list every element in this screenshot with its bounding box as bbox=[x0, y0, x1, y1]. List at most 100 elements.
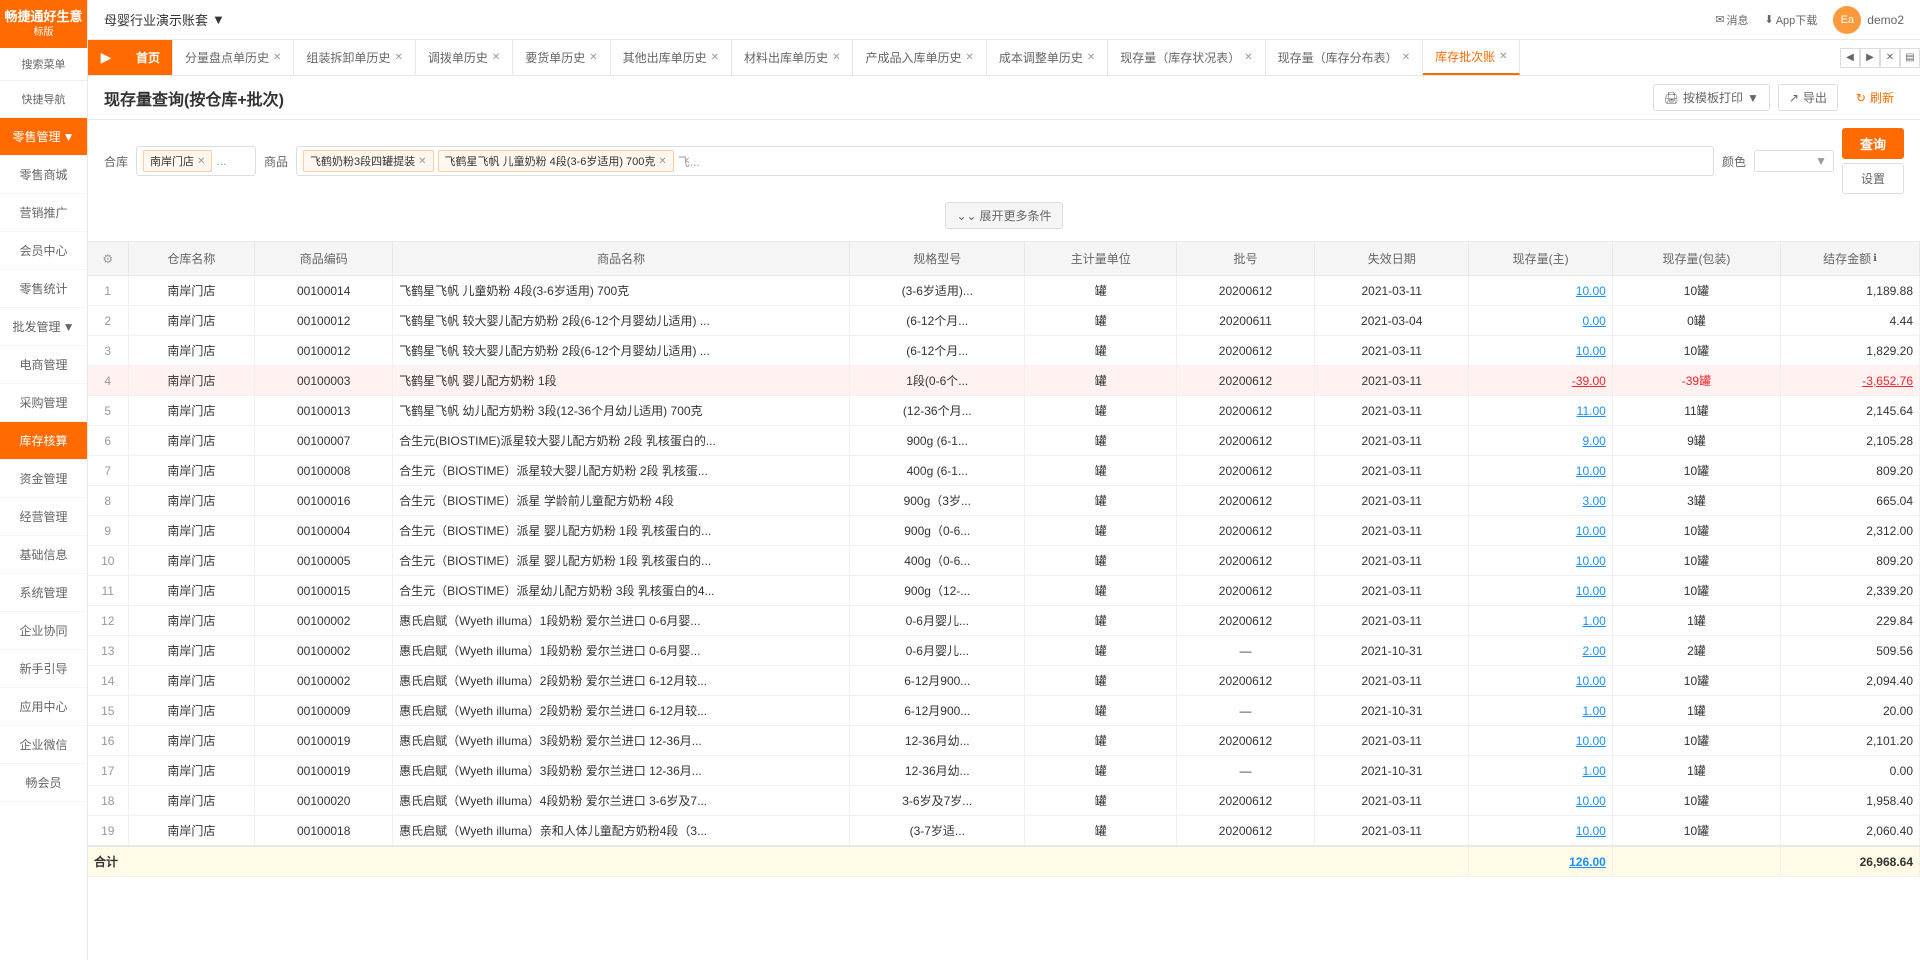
sidebar-item-app-center[interactable]: 应用中心 bbox=[0, 688, 87, 726]
quick-nav-btn[interactable]: 快捷导航 bbox=[0, 85, 87, 113]
row-code: 00100005 bbox=[255, 546, 393, 576]
settings-icon[interactable]: ⚙ bbox=[102, 252, 113, 266]
row-qty-main[interactable]: 1.00 bbox=[1469, 696, 1612, 726]
row-qty-main[interactable]: 10.00 bbox=[1469, 576, 1612, 606]
nav-prev-btn[interactable]: ◀ bbox=[1840, 48, 1860, 68]
query-button[interactable]: 查询 bbox=[1842, 128, 1904, 159]
warehouse-filter[interactable]: 南岸门店 ✕ ... bbox=[136, 146, 256, 176]
tab-requisition[interactable]: 要货单历史 ✕ bbox=[513, 40, 610, 75]
row-num: 16 bbox=[88, 726, 128, 756]
tab-inventory-status[interactable]: 现存量（库存状况表） ✕ bbox=[1108, 40, 1265, 75]
row-expiry: 2021-10-31 bbox=[1314, 636, 1469, 666]
search-menu-btn[interactable]: 搜索菜单 bbox=[4, 56, 83, 72]
settings-button[interactable]: 设置 bbox=[1842, 163, 1904, 194]
color-filter[interactable]: ▼ bbox=[1754, 150, 1834, 172]
tab-disassemble[interactable]: 组装拆卸单历史 ✕ bbox=[294, 40, 415, 75]
remove-product2-icon[interactable]: ✕ bbox=[658, 156, 666, 167]
row-qty-main[interactable]: 1.00 bbox=[1469, 756, 1612, 786]
close-icon[interactable]: ✕ bbox=[273, 52, 281, 63]
sidebar-item-retail-shop[interactable]: 零售商城 bbox=[0, 156, 87, 194]
tab-current[interactable]: 库存批次账 ✕ bbox=[1423, 40, 1520, 75]
tab-transfer[interactable]: 调拨单历史 ✕ bbox=[416, 40, 513, 75]
row-qty-main[interactable]: 9.00 bbox=[1469, 426, 1612, 456]
nav-next-btn[interactable]: ▶ bbox=[1860, 48, 1880, 68]
product-filter[interactable]: 飞鹤奶粉3段四罐提装 ✕ 飞鹤星飞帆 儿童奶粉 4段(3-6岁适用) 700克 … bbox=[296, 146, 1714, 176]
filter-main: 合库 南岸门店 ✕ ... 商品 飞鹤奶粉3段四罐提装 ✕ 飞鹤星飞帆 儿童奶 bbox=[104, 146, 1834, 176]
row-qty-main[interactable]: 10.00 bbox=[1469, 336, 1612, 366]
sidebar-item-inventory[interactable]: 库存核算 bbox=[0, 422, 87, 460]
row-num: 11 bbox=[88, 576, 128, 606]
row-expiry: 2021-03-11 bbox=[1314, 546, 1469, 576]
sidebar-item-guide[interactable]: 新手引导 bbox=[0, 650, 87, 688]
close-icon[interactable]: ✕ bbox=[492, 52, 500, 63]
nav-close-btn[interactable]: ✕ bbox=[1880, 48, 1900, 68]
row-qty-main[interactable]: 1.00 bbox=[1469, 606, 1612, 636]
close-icon[interactable]: ✕ bbox=[1244, 52, 1252, 63]
row-qty-main[interactable]: 10.00 bbox=[1469, 276, 1612, 306]
close-icon[interactable]: ✕ bbox=[1402, 52, 1410, 63]
print-btn[interactable]: 🖨 按模板打印 ▼ bbox=[1653, 84, 1770, 111]
refresh-btn[interactable]: ↻ 刷新 bbox=[1846, 85, 1904, 110]
close-icon[interactable]: ✕ bbox=[711, 52, 719, 63]
export-btn[interactable]: ↗ 导出 bbox=[1778, 84, 1838, 111]
tab-inventory-dist[interactable]: 现存量（库存分布表） ✕ bbox=[1266, 40, 1423, 75]
tab-product-in[interactable]: 产成品入库单历史 ✕ bbox=[853, 40, 986, 75]
sidebar-item-wholesale[interactable]: 批发管理 ▼ bbox=[0, 308, 87, 346]
remove-warehouse-icon[interactable]: ✕ bbox=[197, 156, 205, 167]
sidebar-item-enterprise[interactable]: 企业协同 bbox=[0, 612, 87, 650]
expand-more-btn[interactable]: ⌄⌄ 展开更多条件 bbox=[945, 202, 1062, 229]
row-qty-main[interactable]: -39.00 bbox=[1469, 366, 1612, 396]
close-icon[interactable]: ✕ bbox=[1087, 52, 1095, 63]
row-qty-main[interactable]: 10.00 bbox=[1469, 516, 1612, 546]
row-qty-main[interactable]: 10.00 bbox=[1469, 726, 1612, 756]
row-qty-main[interactable]: 11.00 bbox=[1469, 396, 1612, 426]
col-settings[interactable]: ⚙ bbox=[88, 242, 128, 276]
close-icon[interactable]: ✕ bbox=[1499, 51, 1507, 62]
tab-material-out[interactable]: 材料出库单历史 ✕ bbox=[732, 40, 853, 75]
sidebar-item-system[interactable]: 系统管理 bbox=[0, 574, 87, 612]
row-qty-main[interactable]: 10.00 bbox=[1469, 666, 1612, 696]
org-selector[interactable]: 母婴行业演示账套 ▼ bbox=[104, 10, 225, 29]
row-batch: 20200612 bbox=[1177, 336, 1315, 366]
sidebar-item-purchase[interactable]: 采购管理 bbox=[0, 384, 87, 422]
col-qty-main: 现存量(主) bbox=[1469, 242, 1612, 276]
sidebar-item-finance[interactable]: 资金管理 bbox=[0, 460, 87, 498]
product-more[interactable]: 飞... bbox=[678, 153, 700, 170]
tab-home[interactable]: 首页 bbox=[124, 40, 173, 75]
tab-cost-adjust[interactable]: 成本调整单历史 ✕ bbox=[987, 40, 1108, 75]
tab-other-out[interactable]: 其他出库单历史 ✕ bbox=[611, 40, 732, 75]
row-qty-main[interactable]: 10.00 bbox=[1469, 546, 1612, 576]
app-download-btn[interactable]: ⬇ App下载 bbox=[1765, 12, 1818, 28]
row-qty-main[interactable]: 2.00 bbox=[1469, 636, 1612, 666]
sidebar-item-member-card[interactable]: 畅会员 bbox=[0, 764, 87, 802]
sidebar-item-ecommerce[interactable]: 电商管理 bbox=[0, 346, 87, 384]
close-icon[interactable]: ✕ bbox=[832, 52, 840, 63]
row-name: 惠氏启赋（Wyeth illuma）2段奶粉 爱尔兰进口 6-12月较... bbox=[393, 696, 850, 726]
close-icon[interactable]: ✕ bbox=[589, 52, 597, 63]
footer-qty-total[interactable]: 126.00 bbox=[1469, 846, 1612, 877]
close-icon[interactable]: ✕ bbox=[394, 52, 402, 63]
row-qty-main[interactable]: 10.00 bbox=[1469, 456, 1612, 486]
sidebar-item-member[interactable]: 会员中心 bbox=[0, 232, 87, 270]
sidebar-item-marketing[interactable]: 营销推广 bbox=[0, 194, 87, 232]
sidebar-item-enterprise-wechat[interactable]: 企业微信 bbox=[0, 726, 87, 764]
expand-nav-btn[interactable]: ▶ bbox=[88, 40, 124, 75]
row-qty-main[interactable]: 3.00 bbox=[1469, 486, 1612, 516]
sidebar-item-retail-mgmt[interactable]: 零售管理 ▼ bbox=[0, 118, 87, 156]
remove-product1-icon[interactable]: ✕ bbox=[418, 156, 426, 167]
row-qty-main[interactable]: 10.00 bbox=[1469, 816, 1612, 847]
chevron-down-icon: ▼ bbox=[63, 130, 75, 144]
refresh-icon: ↻ bbox=[1856, 91, 1866, 105]
user-info[interactable]: Ea demo2 bbox=[1833, 6, 1904, 34]
tab-split-inventory[interactable]: 分量盘点单历史 ✕ bbox=[173, 40, 294, 75]
row-qty-main[interactable]: 0.00 bbox=[1469, 306, 1612, 336]
sidebar-item-basic[interactable]: 基础信息 bbox=[0, 536, 87, 574]
close-icon[interactable]: ✕ bbox=[965, 52, 973, 63]
sidebar-logo[interactable]: 畅捷通好生意 标版 bbox=[0, 0, 87, 48]
sidebar-item-operations[interactable]: 经营管理 bbox=[0, 498, 87, 536]
warehouse-more[interactable]: ... bbox=[216, 154, 226, 168]
nav-menu-btn[interactable]: ▤ bbox=[1900, 48, 1920, 68]
sidebar-item-retail-stats[interactable]: 零售统计 bbox=[0, 270, 87, 308]
row-qty-main[interactable]: 10.00 bbox=[1469, 786, 1612, 816]
message-btn[interactable]: ✉ 消息 bbox=[1715, 12, 1748, 28]
